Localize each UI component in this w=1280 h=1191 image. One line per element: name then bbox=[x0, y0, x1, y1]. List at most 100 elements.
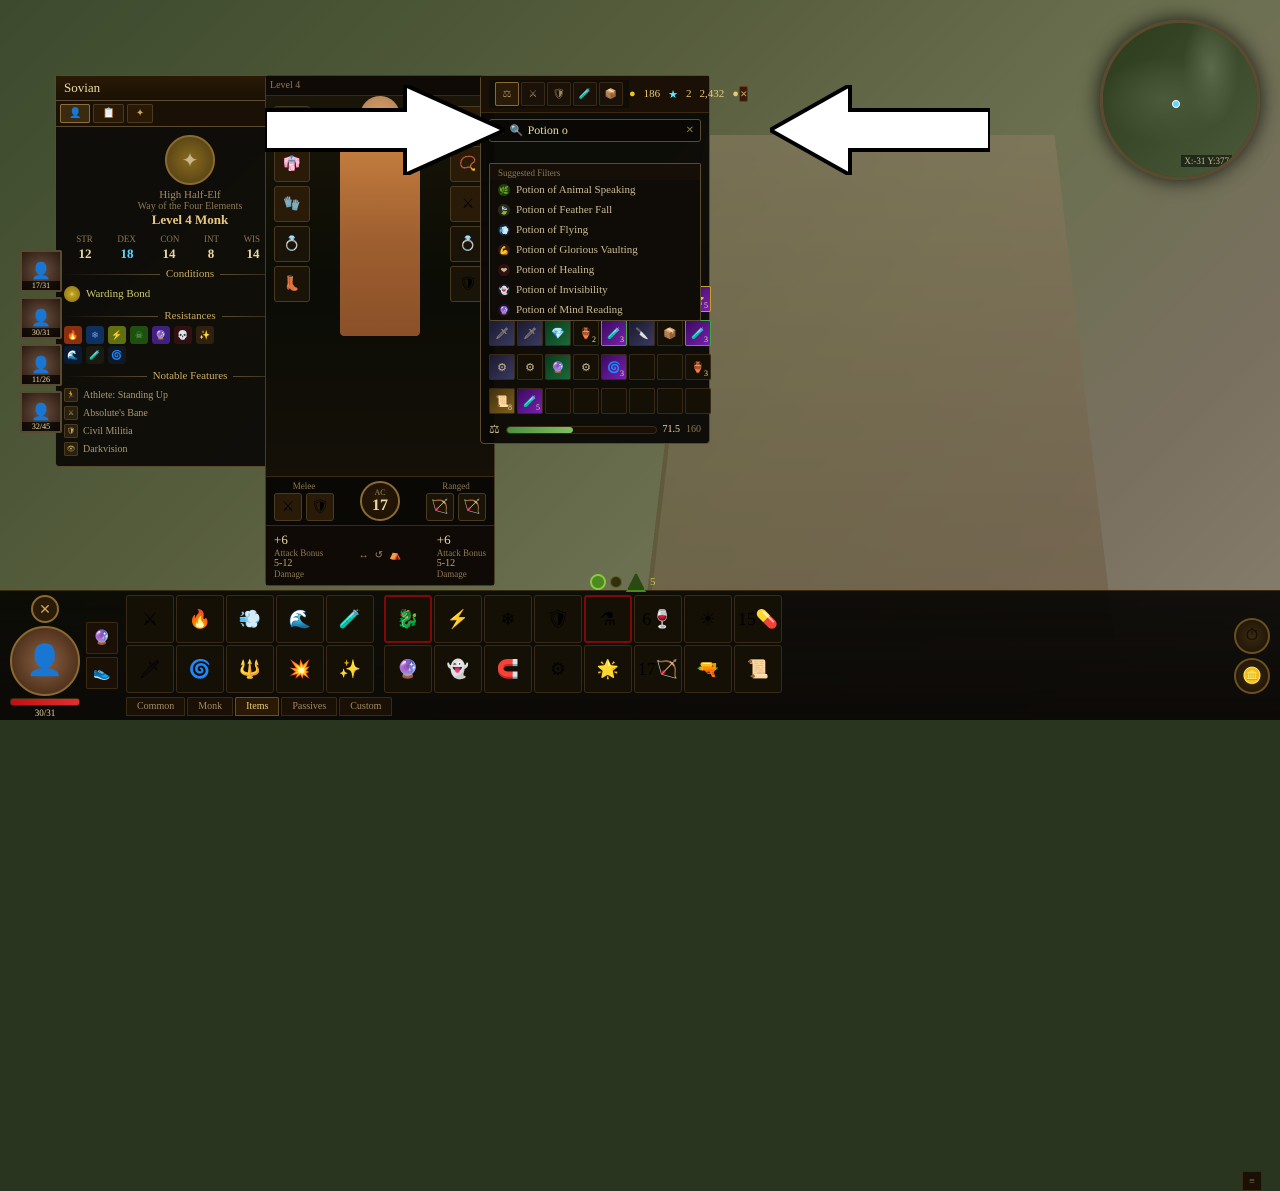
hotbar-7[interactable]: ⚡ bbox=[434, 595, 482, 643]
inv-item-12[interactable]: 🏺2 bbox=[573, 320, 599, 346]
equip-slot-ring1[interactable]: 💍 bbox=[274, 226, 310, 262]
inv-item-10[interactable]: 🗡 bbox=[517, 320, 543, 346]
hotbar-21[interactable]: 🧲 bbox=[484, 645, 532, 693]
tab-custom[interactable]: Custom bbox=[339, 697, 392, 716]
suggestion-mind-reading[interactable]: 🔮 Potion of Mind Reading bbox=[490, 300, 700, 320]
hotbar-12[interactable]: ☀ bbox=[684, 595, 732, 643]
inv-item-21[interactable]: 🌀3 bbox=[601, 354, 627, 380]
portrait-icon-btn[interactable]: ✕ bbox=[30, 594, 60, 624]
hotbar-25[interactable]: 🔫 bbox=[684, 645, 732, 693]
suggestion-feather-fall[interactable]: 🍃 Potion of Feather Fall bbox=[490, 200, 700, 220]
minimap[interactable]: X:-31 Y:377 bbox=[1100, 20, 1260, 180]
move-action-btn[interactable]: 👟 bbox=[86, 657, 118, 689]
inv-item-29[interactable] bbox=[601, 388, 627, 414]
suggestion-flying[interactable]: 💨 Potion of Flying bbox=[490, 220, 700, 240]
inv-item-25[interactable]: 📜8 bbox=[489, 388, 515, 414]
inv-item-14[interactable]: 🔪 bbox=[629, 320, 655, 346]
search-clear-button[interactable]: ✕ bbox=[686, 125, 694, 136]
inv-item-18[interactable]: ⚙ bbox=[517, 354, 543, 380]
tab-common[interactable]: Common bbox=[126, 697, 185, 716]
inv-item-11[interactable]: 💎 bbox=[545, 320, 571, 346]
spell-action-btn[interactable]: 🔮 bbox=[86, 622, 118, 654]
inv-item-28[interactable] bbox=[573, 388, 599, 414]
portrait-1[interactable]: 👤 17/31 bbox=[20, 250, 62, 292]
inv-item-26[interactable]: 🧪5 bbox=[517, 388, 543, 414]
hotbar-17[interactable]: 💥 bbox=[276, 645, 324, 693]
hotbar-14[interactable]: 🗡 bbox=[126, 645, 174, 693]
tab-passives[interactable]: Passives bbox=[281, 697, 337, 716]
hotbar-10[interactable]: ⚗ bbox=[584, 595, 632, 643]
inv-item-24[interactable]: 🏺3 bbox=[685, 354, 711, 380]
player-portrait[interactable]: 👤 bbox=[10, 626, 80, 696]
inv-item-30[interactable] bbox=[629, 388, 655, 414]
camp-icon[interactable]: ⛺ bbox=[389, 550, 401, 561]
inventory-close-button[interactable]: ✕ bbox=[739, 86, 749, 102]
hotbar-24[interactable]: 17🏹 bbox=[634, 645, 682, 693]
end-turn-button[interactable]: ⏱ bbox=[1234, 618, 1270, 654]
inv-item-17[interactable]: ⚙ bbox=[489, 354, 515, 380]
suggestion-invisibility[interactable]: 👻 Potion of Invisibility bbox=[490, 280, 700, 300]
inv-item-16[interactable]: 🧪3 bbox=[685, 320, 711, 346]
menu-btn[interactable]: ≡ bbox=[1242, 1171, 1262, 1191]
inv-tab-armor[interactable]: 🛡 bbox=[547, 82, 571, 106]
hotbar-23[interactable]: 🌟 bbox=[584, 645, 632, 693]
char-tab-skills[interactable]: 📋 bbox=[93, 104, 123, 123]
equip-slot-gloves[interactable]: 🧤 bbox=[274, 186, 310, 222]
equip-slot-body[interactable]: 👘 bbox=[274, 146, 310, 182]
melee-weapon-slot[interactable]: ⚔ bbox=[274, 493, 302, 521]
hotbar-4[interactable]: 🌊 bbox=[276, 595, 324, 643]
tab-monk[interactable]: Monk bbox=[187, 697, 233, 716]
hotbar-3[interactable]: 💨 bbox=[226, 595, 274, 643]
equip-slot-head[interactable]: ⛑ bbox=[274, 106, 310, 142]
inv-item-9[interactable]: 🗡 bbox=[489, 320, 515, 346]
portrait-3[interactable]: 👤 11/26 bbox=[20, 344, 62, 386]
inv-item-13[interactable]: 🧪3 bbox=[601, 320, 627, 346]
inv-item-19[interactable]: 🔮 bbox=[545, 354, 571, 380]
hotbar-13[interactable]: 15💊 bbox=[734, 595, 782, 643]
hotbar-19[interactable]: 🔮 bbox=[384, 645, 432, 693]
equip-slot-boots[interactable]: 👢 bbox=[274, 266, 310, 302]
portrait-4[interactable]: 👤 32/45 bbox=[20, 391, 62, 433]
bottom-tabs: Common Monk Items Passives Custom bbox=[126, 697, 782, 716]
hotbar-1[interactable]: ⚔ bbox=[126, 595, 174, 643]
ranged-weapon-slot[interactable]: 🏹 bbox=[426, 493, 454, 521]
inv-item-32[interactable] bbox=[685, 388, 711, 414]
inv-tab-misc[interactable]: 📦 bbox=[599, 82, 623, 106]
inv-item-15[interactable]: 📦 bbox=[657, 320, 683, 346]
suggestion-healing[interactable]: ❤ Potion of Healing bbox=[490, 260, 700, 280]
hotbar-15[interactable]: 🌀 bbox=[176, 645, 224, 693]
suggestion-animal-speaking[interactable]: 🌿 Potion of Animal Speaking bbox=[490, 180, 700, 200]
hotbar-6[interactable]: 🐉 bbox=[384, 595, 432, 643]
inv-tab-potions[interactable]: 🧪 bbox=[573, 82, 597, 106]
camp-button[interactable]: 🪙 bbox=[1234, 658, 1270, 694]
tab-items[interactable]: Items bbox=[235, 697, 279, 716]
inv-item-22[interactable] bbox=[629, 354, 655, 380]
hotbar-16[interactable]: 🔱 bbox=[226, 645, 274, 693]
inv-item-20[interactable]: ⚙ bbox=[573, 354, 599, 380]
rotate-icon[interactable]: ↺ bbox=[375, 550, 383, 561]
suggestion-glorious-vaulting[interactable]: 💪 Potion of Glorious Vaulting bbox=[490, 240, 700, 260]
inv-tab-weapons[interactable]: ⚔ bbox=[521, 82, 545, 106]
inv-item-27[interactable] bbox=[545, 388, 571, 414]
inv-item-31[interactable] bbox=[657, 388, 683, 414]
hotbar-11[interactable]: 6🍷 bbox=[634, 595, 682, 643]
inv-item-23[interactable] bbox=[657, 354, 683, 380]
hotbar-8[interactable]: ❄ bbox=[484, 595, 532, 643]
ranged-slot2[interactable]: 🏹 bbox=[458, 493, 486, 521]
search-input[interactable]: Potion o bbox=[528, 123, 682, 138]
portrait-1-hp: 17/31 bbox=[22, 281, 60, 290]
hotbar-22[interactable]: ⚙ bbox=[534, 645, 582, 693]
turn-indicators: 5 bbox=[590, 572, 656, 592]
char-tab-spells[interactable]: ✦ bbox=[127, 104, 153, 123]
portrait-2[interactable]: 👤 30/31 bbox=[20, 297, 62, 339]
inv-tab-all[interactable]: ⚖ bbox=[495, 82, 519, 106]
hotbar-2[interactable]: 🔥 bbox=[176, 595, 224, 643]
hotbar-20[interactable]: 👻 bbox=[434, 645, 482, 693]
hotbar-18[interactable]: ✨ bbox=[326, 645, 374, 693]
melee-shield-slot[interactable]: 🛡 bbox=[306, 493, 334, 521]
hotbar-9[interactable]: 🛡 bbox=[534, 595, 582, 643]
char-tab-portrait[interactable]: 👤 bbox=[60, 104, 90, 123]
hotbar-26[interactable]: 📜 bbox=[734, 645, 782, 693]
move-icon[interactable]: ↔ bbox=[359, 550, 369, 561]
hotbar-5[interactable]: 🧪 bbox=[326, 595, 374, 643]
